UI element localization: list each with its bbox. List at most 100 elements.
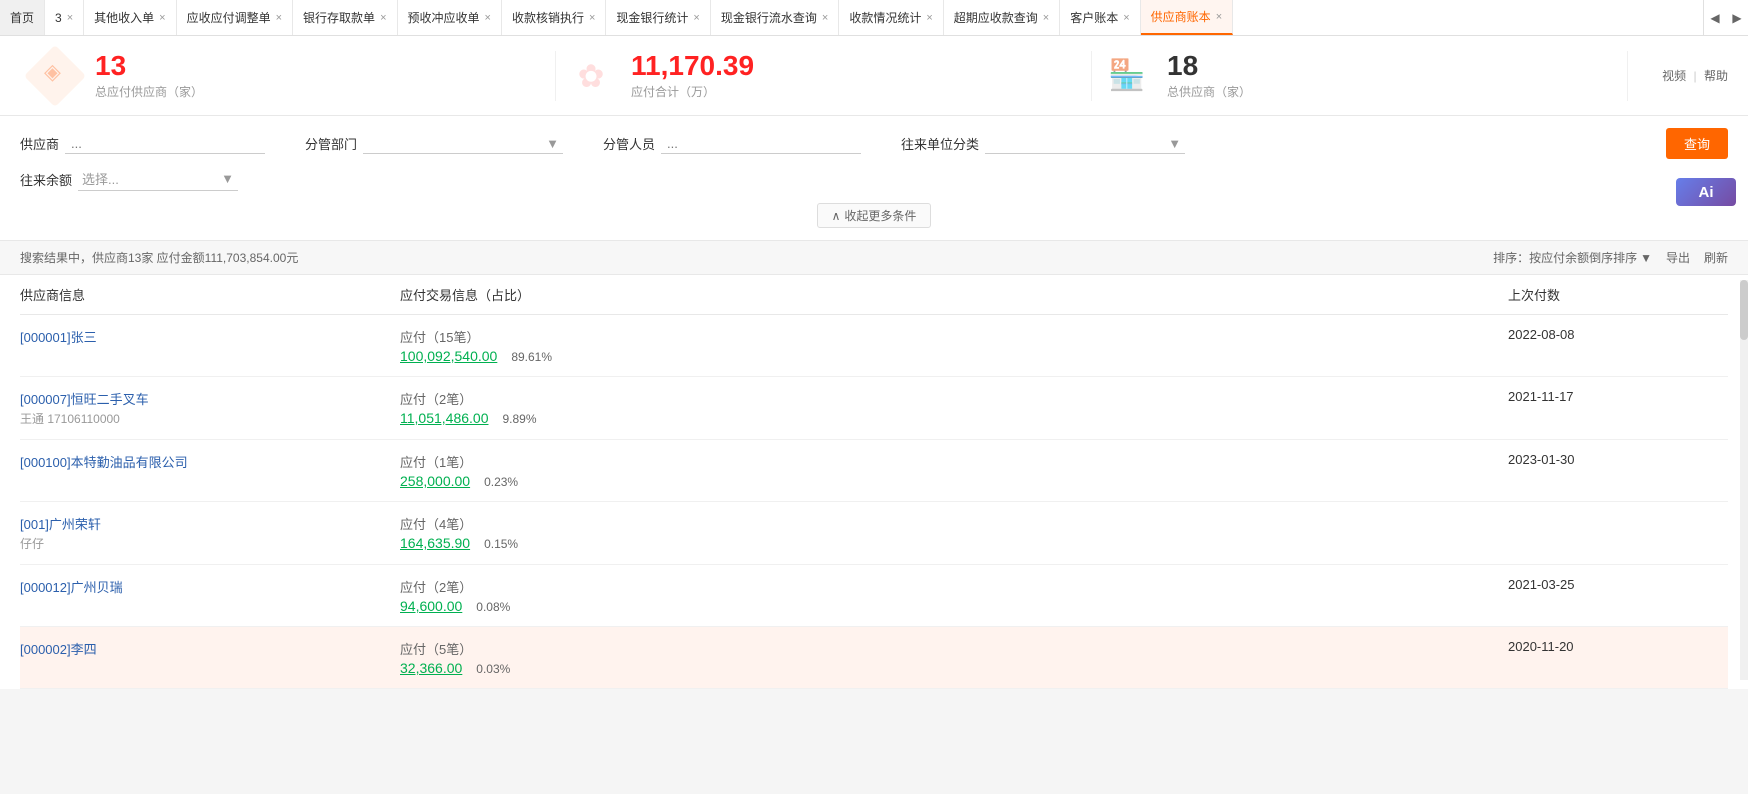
- supplier-input[interactable]: [65, 134, 265, 154]
- col-header-trade: 应付交易信息（占比）: [400, 285, 1508, 304]
- last-payment-date: 2022-08-08: [1508, 327, 1575, 342]
- trade-amount[interactable]: 100,092,540.00: [400, 348, 497, 364]
- payable-total-amount: 11,170.39: [631, 51, 754, 82]
- result-summary-text: 搜索结果中，供应商13家 应付金额111,703,854.00元: [20, 249, 298, 266]
- category-label: 往来单位分类: [901, 134, 979, 153]
- top-nav: 首页 3 × 其他收入单 × 应收应付调整单 × 银行存取款单 × 预收冲应收单…: [0, 0, 1748, 36]
- close-icon[interactable]: ×: [589, 12, 595, 24]
- supplier-sub-info: 仔仔: [20, 535, 400, 552]
- category-select[interactable]: ▼: [985, 134, 1185, 154]
- dept-select[interactable]: ▼: [363, 134, 563, 154]
- sort-select[interactable]: 排序：按应付余额倒序排序 ▼: [1493, 249, 1652, 266]
- nav-tab-collection-stats[interactable]: 收款情况统计 ×: [839, 0, 943, 35]
- summary-card-total-suppliers: 🏪 18 总供应商（家）: [1092, 51, 1628, 101]
- nav-tab-3[interactable]: 3 ×: [45, 0, 84, 35]
- ai-badge[interactable]: Ai: [1676, 178, 1736, 206]
- trade-amount[interactable]: 258,000.00: [400, 473, 470, 489]
- trade-amount[interactable]: 32,366.00: [400, 660, 462, 676]
- supplier-name-link[interactable]: [000001]张三: [20, 327, 400, 346]
- dept-label: 分管部门: [305, 134, 357, 153]
- summary-bar: 13 总应付供应商（家） ✿ 11,170.39 应付合计（万） 🏪 18 总供…: [0, 36, 1748, 116]
- refresh-button[interactable]: 刷新: [1704, 249, 1728, 266]
- nav-tab-other-income[interactable]: 其他收入单 ×: [84, 0, 176, 35]
- nav-tab-home[interactable]: 首页: [0, 0, 45, 35]
- supplier-sub-info: 王通 17106110000: [20, 410, 400, 427]
- table-row: [000002]李四 应付（5笔） 32,366.00 0.03% 2020-1…: [20, 627, 1728, 689]
- close-icon[interactable]: ×: [926, 12, 932, 24]
- close-icon[interactable]: ×: [380, 12, 386, 24]
- trade-percent: 0.15%: [484, 537, 518, 551]
- supplier-filter: 供应商: [20, 134, 265, 154]
- nav-prev-button[interactable]: ◀: [1704, 0, 1726, 36]
- trade-label: 应付（15笔）: [400, 327, 1508, 346]
- supplier-label: 供应商: [20, 134, 59, 153]
- filter-row-1: 供应商 分管部门 ▼ 分管人员 往来单位分类 ▼ 查询: [20, 128, 1728, 159]
- table-row: [000100]本特勤油品有限公司 应付（1笔） 258,000.00 0.23…: [20, 440, 1728, 502]
- person-input[interactable]: [661, 134, 861, 154]
- supplier-table: 供应商信息 应付交易信息（占比） 上次付数 [000001]张三 应付（15笔）…: [0, 275, 1748, 689]
- supplier-name-link[interactable]: [001]广州荣轩: [20, 514, 400, 533]
- nav-tab-payment-exec[interactable]: 收款核销执行 ×: [502, 0, 606, 35]
- store-icon: 🏪: [1102, 51, 1152, 101]
- table-header: 供应商信息 应付交易信息（占比） 上次付数: [20, 275, 1728, 315]
- last-payment-date: 2021-11-17: [1508, 389, 1574, 404]
- balance-filter: 往来余额 选择... ▼: [20, 167, 238, 191]
- trade-amount[interactable]: 11,051,486.00: [400, 410, 489, 426]
- trade-label: 应付（5笔）: [400, 639, 1508, 658]
- supplier-name-link[interactable]: [000100]本特勤油品有限公司: [20, 452, 400, 471]
- supplier-name-link[interactable]: [000002]李四: [20, 639, 400, 658]
- nav-tab-supplier-ledger[interactable]: 供应商账本 ×: [1141, 0, 1233, 35]
- chevron-down-icon: ▼: [1640, 251, 1652, 265]
- payable-suppliers-count: 13: [95, 51, 203, 82]
- chevron-down-icon: ▼: [1168, 136, 1181, 151]
- close-icon[interactable]: ×: [67, 12, 73, 24]
- export-button[interactable]: 导出: [1666, 249, 1690, 266]
- diamond-icon: [30, 51, 80, 101]
- trade-percent: 89.61%: [511, 350, 552, 364]
- summary-card-payable-total: ✿ 11,170.39 应付合计（万）: [556, 51, 1092, 101]
- trade-percent: 0.08%: [476, 600, 510, 614]
- close-icon[interactable]: ×: [1216, 11, 1222, 23]
- dept-filter: 分管部门 ▼: [305, 134, 563, 154]
- table-row: [001]广州荣轩 仔仔 应付（4笔） 164,635.90 0.15%: [20, 502, 1728, 565]
- close-icon[interactable]: ×: [693, 12, 699, 24]
- trade-amount[interactable]: 164,635.90: [400, 535, 470, 551]
- supplier-name-link[interactable]: [000007]恒旺二手叉车: [20, 389, 400, 408]
- trade-amount[interactable]: 94,600.00: [400, 598, 462, 614]
- chevron-down-icon: ▼: [221, 171, 234, 186]
- search-button[interactable]: 查询: [1666, 128, 1728, 159]
- balance-select[interactable]: 选择... ▼: [78, 167, 238, 191]
- video-link[interactable]: 视频: [1662, 69, 1686, 83]
- collapse-button[interactable]: ∧ 收起更多条件: [817, 203, 932, 228]
- summary-right-actions: 视频 | 帮助: [1628, 67, 1728, 84]
- balance-label: 往来余额: [20, 170, 72, 189]
- nav-next-button[interactable]: ▶: [1726, 0, 1748, 36]
- nav-tab-overdue-ar[interactable]: 超期应收款查询 ×: [944, 0, 1060, 35]
- filter-row-2: 往来余额 选择... ▼: [20, 167, 1728, 191]
- close-icon[interactable]: ×: [485, 12, 491, 24]
- supplier-name-link[interactable]: [000012]广州贝瑞: [20, 577, 400, 596]
- payable-total-label: 应付合计（万）: [631, 83, 754, 100]
- close-icon[interactable]: ×: [159, 12, 165, 24]
- last-payment-date: 2023-01-30: [1508, 452, 1575, 467]
- nav-tab-cash-bank-stats[interactable]: 现金银行统计 ×: [606, 0, 710, 35]
- last-payment-date: 2020-11-20: [1508, 639, 1574, 654]
- close-icon[interactable]: ×: [822, 12, 828, 24]
- scroll-thumb[interactable]: [1740, 280, 1748, 340]
- nav-arrows: ◀ ▶: [1703, 0, 1748, 36]
- balance-placeholder: 选择...: [82, 169, 119, 188]
- col-header-last-payment: 上次付数: [1508, 285, 1728, 304]
- close-icon[interactable]: ×: [1043, 12, 1049, 24]
- scroll-track[interactable]: [1740, 280, 1748, 680]
- help-link[interactable]: 帮助: [1704, 69, 1728, 83]
- nav-tab-prepay[interactable]: 预收冲应收单 ×: [398, 0, 502, 35]
- last-payment-date: 2021-03-25: [1508, 577, 1575, 592]
- close-icon[interactable]: ×: [276, 12, 282, 24]
- nav-tab-cash-bank-flow[interactable]: 现金银行流水查询 ×: [711, 0, 839, 35]
- trade-percent: 0.23%: [484, 475, 518, 489]
- close-icon[interactable]: ×: [1123, 12, 1129, 24]
- nav-tab-bank-deposit[interactable]: 银行存取款单 ×: [293, 0, 397, 35]
- trade-percent: 9.89%: [503, 412, 537, 426]
- nav-tab-customer-ledger[interactable]: 客户账本 ×: [1060, 0, 1140, 35]
- nav-tab-ap-adjustment[interactable]: 应收应付调整单 ×: [177, 0, 293, 35]
